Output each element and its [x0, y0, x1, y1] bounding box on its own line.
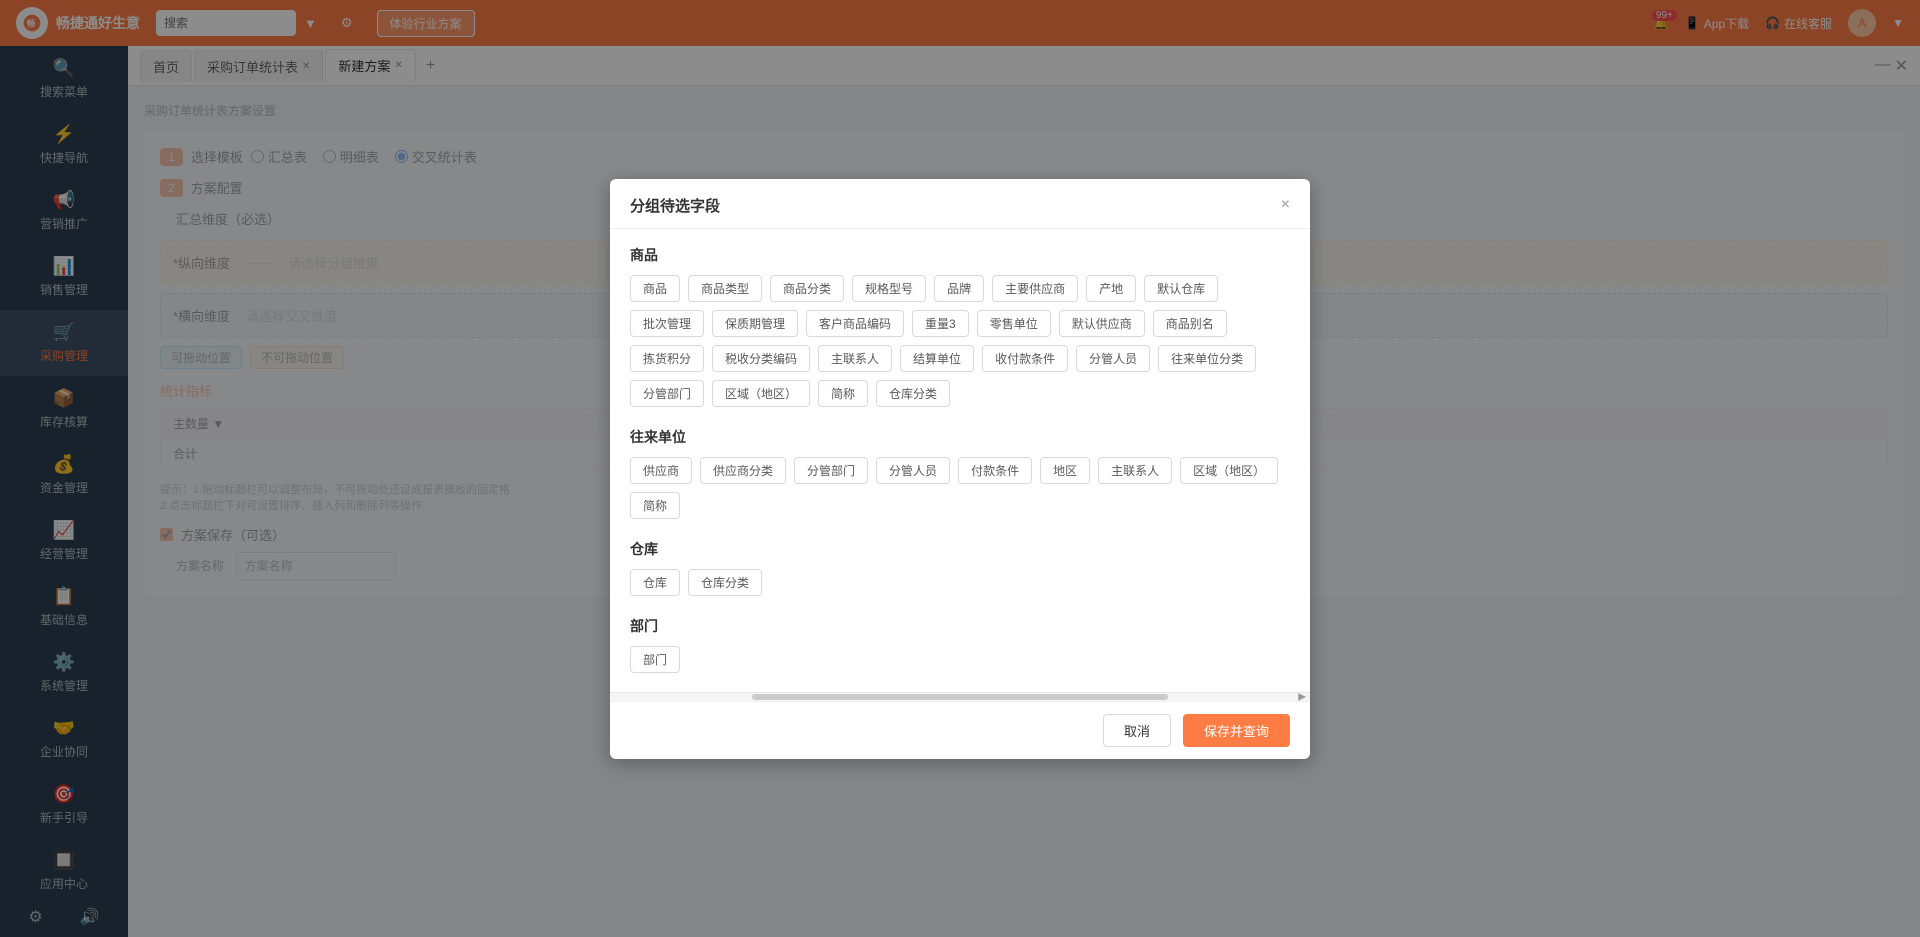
section-partner-title: 往来单位	[630, 427, 1290, 447]
tag-manager-person[interactable]: 分管人员	[1076, 345, 1150, 372]
tag-goods-type[interactable]: 商品类型	[688, 275, 762, 302]
tag-dept[interactable]: 分管部门	[630, 380, 704, 407]
cancel-button[interactable]: 取消	[1103, 714, 1171, 747]
tag-supplier-category[interactable]: 供应商分类	[700, 457, 786, 484]
tag-short-name[interactable]: 简称	[818, 380, 868, 407]
section-warehouse: 仓库 仓库 仓库分类	[630, 539, 1290, 596]
section-department: 部门 部门	[630, 616, 1290, 673]
tag-main-contact2[interactable]: 主联系人	[1098, 457, 1172, 484]
tag-warehouse[interactable]: 仓库	[630, 569, 680, 596]
tag-brand[interactable]: 品牌	[934, 275, 984, 302]
tag-manage-dept[interactable]: 分管部门	[794, 457, 868, 484]
warehouse-tags: 仓库 仓库分类	[630, 569, 1290, 596]
tag-tax-code[interactable]: 税收分类编码	[712, 345, 810, 372]
section-warehouse-title: 仓库	[630, 539, 1290, 559]
dialog-footer: 取消 保存并查询	[610, 701, 1310, 759]
tag-retail-unit[interactable]: 零售单位	[977, 310, 1051, 337]
tag-region[interactable]: 区域（地区）	[712, 380, 810, 407]
tag-payment-terms[interactable]: 收付款条件	[982, 345, 1068, 372]
hscroll-right-arrow[interactable]: ▶	[1298, 691, 1306, 702]
dialog-body: 商品 商品 商品类型 商品分类 规格型号 品牌 主要供应商 产地 默认仓库 批次…	[610, 229, 1310, 693]
tag-partner-category[interactable]: 往来单位分类	[1158, 345, 1256, 372]
tag-warehouse-category[interactable]: 仓库分类	[876, 380, 950, 407]
tag-default-supplier[interactable]: 默认供应商	[1059, 310, 1145, 337]
tag-weight3[interactable]: 重量3	[912, 310, 969, 337]
tag-default-warehouse[interactable]: 默认仓库	[1144, 275, 1218, 302]
goods-tags: 商品 商品类型 商品分类 规格型号 品牌 主要供应商 产地 默认仓库 批次管理 …	[630, 275, 1290, 407]
tag-payment-condition[interactable]: 付款条件	[958, 457, 1032, 484]
section-goods: 商品 商品 商品类型 商品分类 规格型号 品牌 主要供应商 产地 默认仓库 批次…	[630, 245, 1290, 407]
tag-customer-code[interactable]: 客户商品编码	[806, 310, 904, 337]
tag-goods-category[interactable]: 商品分类	[770, 275, 844, 302]
tag-spec-model[interactable]: 规格型号	[852, 275, 926, 302]
confirm-button[interactable]: 保存并查询	[1183, 714, 1290, 747]
tag-main-contact[interactable]: 主联系人	[818, 345, 892, 372]
tag-manage-person[interactable]: 分管人员	[876, 457, 950, 484]
overlay: 分组待选字段 × 商品 商品 商品类型 商品分类 规格型号 品牌 主要供应商 产…	[0, 0, 1920, 937]
tag-department[interactable]: 部门	[630, 646, 680, 673]
tag-warehouse-cat[interactable]: 仓库分类	[688, 569, 762, 596]
tag-pick-score[interactable]: 拣货积分	[630, 345, 704, 372]
tag-short-name2[interactable]: 简称	[630, 492, 680, 519]
dialog-title: 分组待选字段	[630, 195, 720, 216]
dialog-close-icon[interactable]: ×	[1281, 196, 1290, 214]
section-department-title: 部门	[630, 616, 1290, 636]
tag-goods-alias[interactable]: 商品别名	[1153, 310, 1227, 337]
dialog: 分组待选字段 × 商品 商品 商品类型 商品分类 规格型号 品牌 主要供应商 产…	[610, 179, 1310, 759]
partner-tags: 供应商 供应商分类 分管部门 分管人员 付款条件 地区 主联系人 区域（地区） …	[630, 457, 1290, 519]
tag-batch-mgmt[interactable]: 批次管理	[630, 310, 704, 337]
tag-settlement-unit[interactable]: 结算单位	[900, 345, 974, 372]
section-goods-title: 商品	[630, 245, 1290, 265]
department-tags: 部门	[630, 646, 1290, 673]
tag-expiry-mgmt[interactable]: 保质期管理	[712, 310, 798, 337]
tag-main-supplier[interactable]: 主要供应商	[992, 275, 1078, 302]
tag-goods[interactable]: 商品	[630, 275, 680, 302]
dialog-hscrollbar[interactable]: ▶	[610, 692, 1310, 700]
tag-supplier[interactable]: 供应商	[630, 457, 692, 484]
section-partner: 往来单位 供应商 供应商分类 分管部门 分管人员 付款条件 地区 主联系人 区域…	[630, 427, 1290, 519]
dialog-header: 分组待选字段 ×	[610, 179, 1310, 229]
tag-area[interactable]: 地区	[1040, 457, 1090, 484]
tag-origin[interactable]: 产地	[1086, 275, 1136, 302]
tag-region2[interactable]: 区域（地区）	[1180, 457, 1278, 484]
